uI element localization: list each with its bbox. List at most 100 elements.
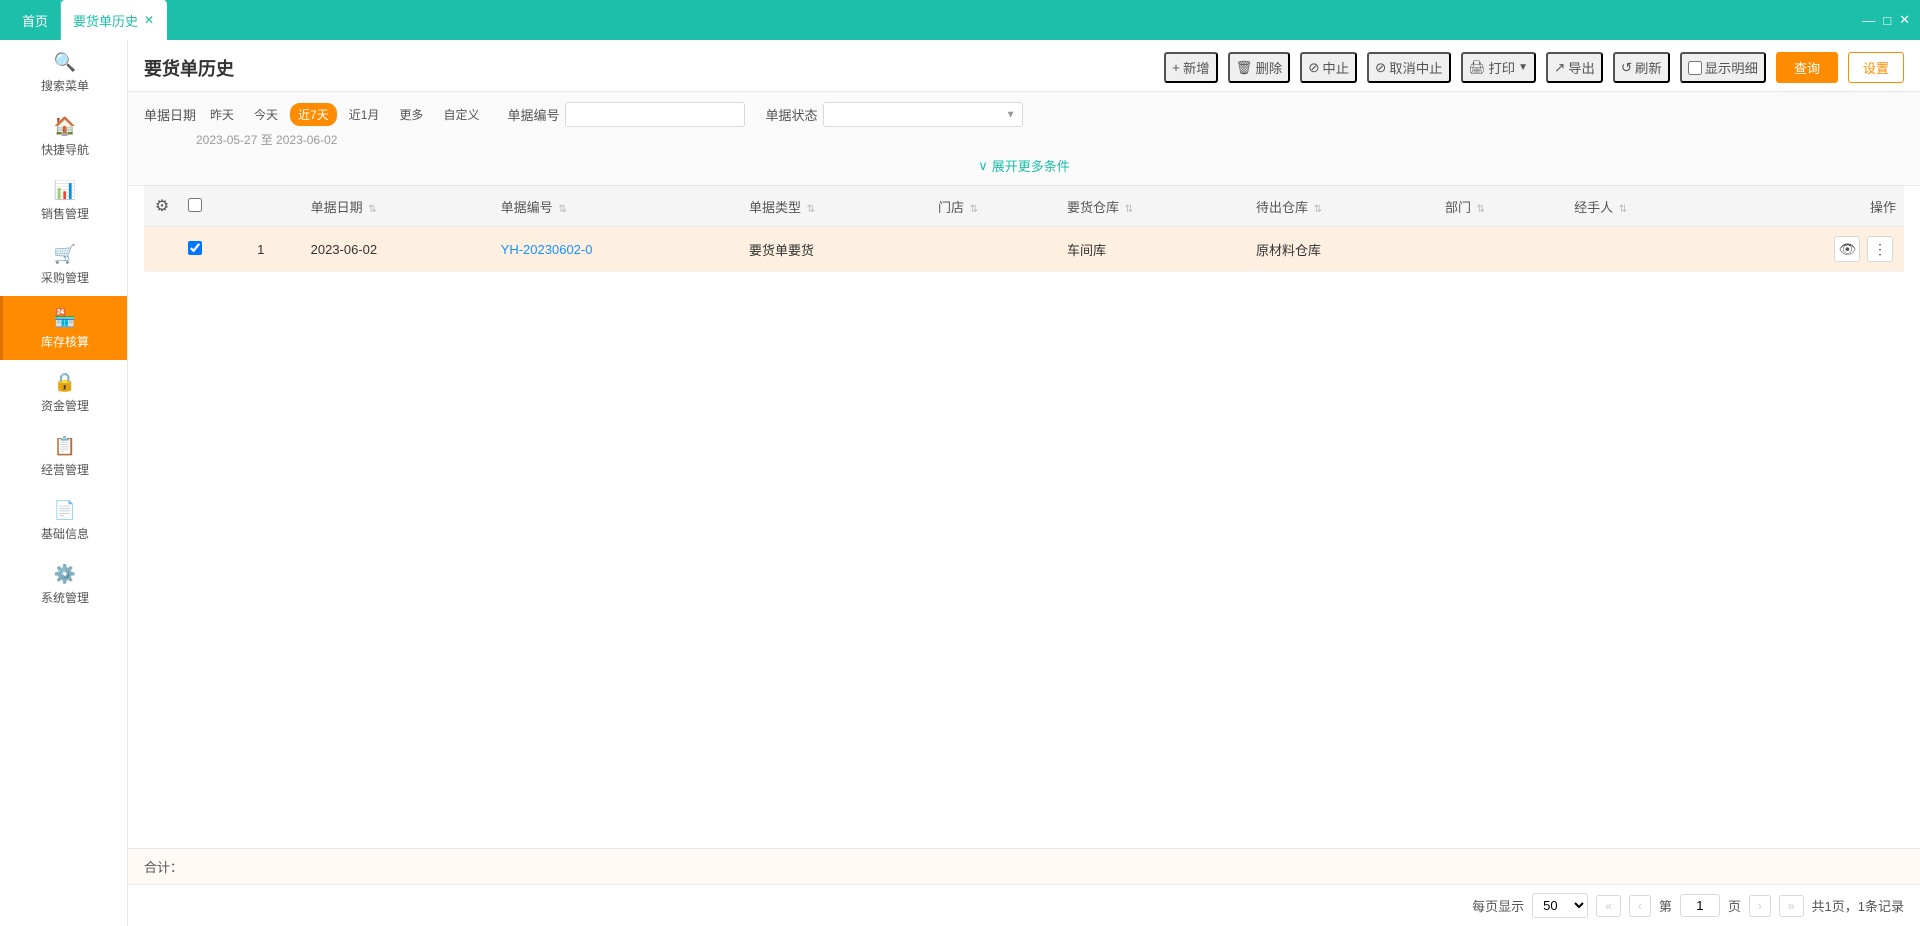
date-btn-today[interactable]: 今天 <box>246 103 286 126</box>
pagination-bar: 每页显示 50 20 100 « ‹ 第 页 › » 共1页，1条记录 <box>128 884 1920 926</box>
sidebar-item-inventory[interactable]: 🏪 库存核算 <box>0 296 127 360</box>
tab-requisition-history-label: 要货单历史 <box>73 11 138 30</box>
settings-button[interactable]: 设置 <box>1848 52 1904 83</box>
print-button[interactable]: 🖨 打印 ▼ <box>1461 52 1536 83</box>
current-page-label: 第 <box>1659 896 1672 915</box>
filter-bill-date: 单据日期 昨天 今天 近7天 近1月 更多 自定义 <box>144 103 487 126</box>
next-page-btn[interactable]: › <box>1749 895 1771 917</box>
sidebar-item-sys-mgmt[interactable]: ⚙️ 系统管理 <box>0 552 127 616</box>
th-dest-warehouse[interactable]: 待出仓库 ⇅ <box>1248 186 1437 227</box>
export-icon: ↗ <box>1554 60 1565 76</box>
date-btn-last7days[interactable]: 近7天 <box>290 103 337 126</box>
window-minimize-btn[interactable]: — <box>1862 13 1875 28</box>
stop-button[interactable]: ⊘ 中止 <box>1300 52 1357 83</box>
date-btn-last1month[interactable]: 近1月 <box>341 103 388 126</box>
window-close-btn[interactable]: ✕ <box>1899 12 1910 28</box>
th-operation: 操作 <box>1725 186 1904 227</box>
table-header-row: ⚙ 单据日期 ⇅ 单据编号 ⇅ <box>144 186 1904 227</box>
print-dropdown-icon: ▼ <box>1518 62 1528 73</box>
first-page-btn[interactable]: « <box>1596 895 1621 917</box>
last-page-btn[interactable]: » <box>1779 895 1804 917</box>
date-btn-yesterday[interactable]: 昨天 <box>202 103 242 126</box>
print-icon: 🖨 <box>1469 60 1486 76</box>
new-button[interactable]: + 新增 <box>1164 52 1217 83</box>
th-settings: ⚙ <box>144 186 180 227</box>
sidebar-item-sys-mgmt-label: 系统管理 <box>41 589 89 606</box>
th-department-sort-icon: ⇅ <box>1477 204 1485 215</box>
td-bill-type: 要货单要货 <box>741 227 930 272</box>
table-container: ⚙ 单据日期 ⇅ 单据编号 ⇅ <box>128 186 1920 848</box>
sidebar-item-purchase-mgmt[interactable]: 🛒 采购管理 <box>0 232 127 296</box>
window-maximize-btn[interactable]: □ <box>1883 13 1891 28</box>
cancel-stop-button[interactable]: ⊘ 取消中止 <box>1367 52 1450 83</box>
tab-requisition-history[interactable]: 要货单历史 ✕ <box>61 0 167 40</box>
purchase-mgmt-icon: 🛒 <box>54 244 76 265</box>
td-bill-date: 2023-06-02 <box>303 227 493 272</box>
table-body: 1 2023-06-02 YH-20230602-0 要货单要货 车间库 原材料… <box>144 227 1904 272</box>
row-view-btn[interactable]: 👁 <box>1834 236 1860 262</box>
td-settings <box>144 227 180 272</box>
sidebar-item-ops-mgmt[interactable]: 📋 经营管理 <box>0 424 127 488</box>
top-bar-window-actions: — □ ✕ <box>1862 12 1910 28</box>
row-checkbox[interactable] <box>188 241 202 255</box>
sidebar-item-finance-mgmt[interactable]: 🔒 资金管理 <box>0 360 127 424</box>
refresh-button[interactable]: ↺ 刷新 <box>1613 52 1670 83</box>
sidebar-item-basic-info[interactable]: 📄 基础信息 <box>0 488 127 552</box>
sidebar: 🔍 搜索菜单 🏠 快捷导航 📊 销售管理 🛒 采购管理 🏪 库存核算 🔒 资金管… <box>0 40 128 926</box>
new-label: 新增 <box>1183 58 1210 77</box>
sidebar-item-ops-mgmt-label: 经营管理 <box>41 461 89 478</box>
settings-col-icon[interactable]: ⚙ <box>155 198 169 215</box>
page-header: 要货单历史 + 新增 🗑 删除 ⊘ 中止 ⊘ 取消中止 <box>128 40 1920 92</box>
bill-no-link[interactable]: YH-20230602-0 <box>501 242 593 257</box>
td-bill-no: YH-20230602-0 <box>493 227 741 272</box>
th-req-warehouse[interactable]: 要货仓库 ⇅ <box>1059 186 1248 227</box>
td-handler <box>1566 227 1725 272</box>
prev-page-btn[interactable]: ‹ <box>1629 895 1651 917</box>
th-department[interactable]: 部门 ⇅ <box>1437 186 1566 227</box>
expand-more-btn[interactable]: ∨ 展开更多条件 <box>144 156 1904 175</box>
sidebar-item-sales-mgmt[interactable]: 📊 销售管理 <box>0 168 127 232</box>
th-store[interactable]: 门店 ⇅ <box>930 186 1059 227</box>
delete-icon: 🗑 <box>1236 60 1253 76</box>
sidebar-item-basic-info-label: 基础信息 <box>41 525 89 542</box>
current-page-input[interactable] <box>1680 894 1720 917</box>
sidebar-item-quick-nav[interactable]: 🏠 快捷导航 <box>0 104 127 168</box>
quick-nav-icon: 🏠 <box>54 116 76 137</box>
th-store-label: 门店 <box>938 200 964 215</box>
sidebar-item-finance-mgmt-label: 资金管理 <box>41 397 89 414</box>
th-store-sort-icon: ⇅ <box>970 204 978 215</box>
date-btn-more[interactable]: 更多 <box>391 103 431 126</box>
filter-bar: 单据日期 昨天 今天 近7天 近1月 更多 自定义 单据编号 <box>128 92 1920 186</box>
th-bill-no-sort-icon: ⇅ <box>558 204 566 215</box>
th-dest-warehouse-sort-icon: ⇅ <box>1314 204 1322 215</box>
td-operation: 👁 ⋮ <box>1725 227 1904 272</box>
date-range-text: 2023-05-27 至 2023-06-02 <box>196 131 1904 148</box>
show-detail-button[interactable]: 显示明细 <box>1680 52 1766 83</box>
sidebar-item-search-menu[interactable]: 🔍 搜索菜单 <box>0 40 127 104</box>
sidebar-item-search-menu-label: 搜索菜单 <box>41 77 89 94</box>
tab-home[interactable]: 首页 <box>10 0 61 40</box>
filter-bill-no: 单据编号 <box>507 102 745 127</box>
bill-no-input[interactable] <box>565 102 745 127</box>
filter-row: 单据日期 昨天 今天 近7天 近1月 更多 自定义 单据编号 <box>144 102 1904 127</box>
bill-status-select[interactable] <box>823 102 1023 127</box>
select-all-checkbox[interactable] <box>188 198 202 212</box>
delete-button[interactable]: 🗑 删除 <box>1228 52 1291 83</box>
th-bill-no[interactable]: 单据编号 ⇅ <box>493 186 741 227</box>
th-bill-date[interactable]: 单据日期 ⇅ <box>303 186 493 227</box>
ops-mgmt-icon: 📋 <box>54 436 76 457</box>
show-detail-checkbox[interactable] <box>1688 61 1702 75</box>
tab-close-icon[interactable]: ✕ <box>144 13 154 27</box>
th-department-label: 部门 <box>1445 200 1471 215</box>
th-handler[interactable]: 经手人 ⇅ <box>1566 186 1725 227</box>
th-bill-type[interactable]: 单据类型 ⇅ <box>741 186 930 227</box>
per-page-select[interactable]: 50 20 100 <box>1532 893 1588 918</box>
sys-mgmt-icon: ⚙️ <box>54 564 76 585</box>
table-row[interactable]: 1 2023-06-02 YH-20230602-0 要货单要货 车间库 原材料… <box>144 227 1904 272</box>
th-handler-sort-icon: ⇅ <box>1619 204 1627 215</box>
date-btn-custom[interactable]: 自定义 <box>435 103 487 126</box>
query-button[interactable]: 查询 <box>1776 52 1838 83</box>
row-more-btn[interactable]: ⋮ <box>1867 236 1893 262</box>
export-label: 导出 <box>1568 58 1595 77</box>
export-button[interactable]: ↗ 导出 <box>1546 52 1603 83</box>
